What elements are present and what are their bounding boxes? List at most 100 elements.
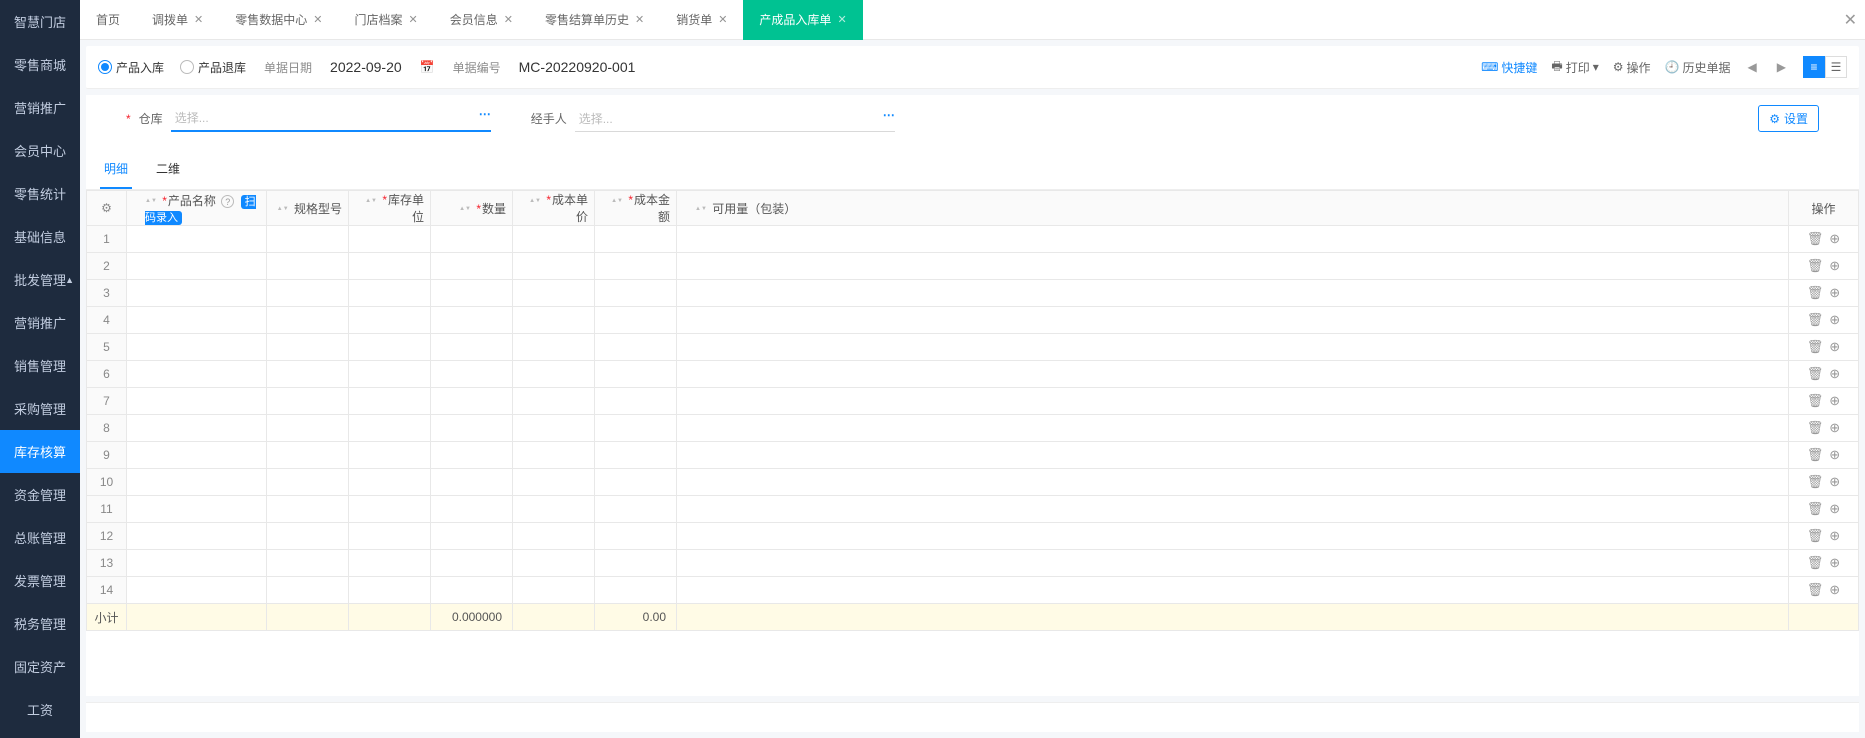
sidebar-item[interactable]: 零售统计 [0,172,80,215]
delete-icon[interactable]: 🗑 [1807,582,1824,597]
page-tab[interactable]: 零售结算单历史✕ [529,0,660,40]
table-row[interactable]: 4🗑⊕ [87,307,1859,334]
col-qty[interactable]: ▲▼ *数量 [431,191,513,226]
table-row[interactable]: 5🗑⊕ [87,334,1859,361]
delete-icon[interactable]: 🗑 [1807,312,1824,327]
table-row[interactable]: 14🗑⊕ [87,577,1859,604]
table-row[interactable]: 7🗑⊕ [87,388,1859,415]
add-icon[interactable]: ⊕ [1829,420,1840,435]
table-row[interactable]: 3🗑⊕ [87,280,1859,307]
page-tab[interactable]: 会员信息✕ [434,0,529,40]
delete-icon[interactable]: 🗑 [1807,555,1824,570]
close-icon[interactable]: ✕ [409,0,418,40]
sidebar-item[interactable]: 库存核算 [0,430,80,473]
gear-icon[interactable]: ⚙ [87,191,127,226]
add-icon[interactable]: ⊕ [1829,582,1840,597]
operate-button[interactable]: ⚙ 操作 [1613,59,1651,76]
sidebar-item[interactable]: 固定资产 [0,645,80,688]
delete-icon[interactable]: 🗑 [1807,366,1824,381]
add-icon[interactable]: ⊕ [1829,339,1840,354]
table-row[interactable]: 10🗑⊕ [87,469,1859,496]
col-amount[interactable]: ▲▼ *成本金额 [595,191,677,226]
close-icon[interactable]: ✕ [194,0,203,40]
delete-icon[interactable]: 🗑 [1807,339,1824,354]
sidebar-item[interactable]: 智慧门店 [0,0,80,43]
sidebar-item[interactable]: 发票管理 [0,559,80,602]
col-price[interactable]: ▲▼ *成本单价 [513,191,595,226]
sidebar-item[interactable]: 零售商城 [0,43,80,86]
sort-icon[interactable]: ▲▼ [695,206,707,212]
sidebar-item[interactable]: 营销推广 [0,86,80,129]
sidebar-item[interactable]: 基础信息 [0,215,80,258]
page-tab[interactable]: 产成品入库单✕ [743,0,862,40]
close-icon[interactable]: ✕ [635,0,644,40]
sidebar-item[interactable]: 工资 [0,688,80,731]
col-spec[interactable]: ▲▼ 规格型号 [267,191,349,226]
col-avail[interactable]: ▲▼ 可用量（包装） [677,191,1789,226]
delete-icon[interactable]: 🗑 [1807,528,1824,543]
table-row[interactable]: 12🗑⊕ [87,523,1859,550]
sidebar-item[interactable]: 采购管理 [0,387,80,430]
sidebar-item[interactable]: 批发管理 [0,258,80,301]
radio-product-out[interactable]: 产品退库 [180,59,246,76]
close-icon[interactable]: ✕ [313,0,322,40]
history-button[interactable]: 🕘 历史单据 [1665,59,1731,76]
close-icon[interactable]: ✕ [718,0,727,40]
close-icon[interactable]: ✕ [1844,10,1857,30]
sort-icon[interactable]: ▲▼ [145,198,157,204]
card-view-button[interactable]: ☰ [1825,56,1847,78]
col-product-name[interactable]: ▲▼ *产品名称 ? 扫码录入 [127,191,267,226]
add-icon[interactable]: ⊕ [1829,555,1840,570]
add-icon[interactable]: ⊕ [1829,447,1840,462]
delete-icon[interactable]: 🗑 [1807,474,1824,489]
page-tab[interactable]: 调拨单✕ [136,0,219,40]
add-icon[interactable]: ⊕ [1829,366,1840,381]
shortcut-button[interactable]: ⌨ 快捷键 [1481,59,1537,76]
prev-doc-icon[interactable]: ◀ [1745,60,1760,74]
col-unit[interactable]: ▲▼ *库存单位 [349,191,431,226]
close-icon[interactable]: ✕ [504,0,513,40]
list-view-button[interactable]: ≡ [1803,56,1825,78]
calendar-icon[interactable]: 📅 [420,60,435,74]
page-tab[interactable]: 销货单✕ [660,0,743,40]
delete-icon[interactable]: 🗑 [1807,285,1824,300]
add-icon[interactable]: ⊕ [1829,501,1840,516]
doc-date-value[interactable]: 2022-09-20 [330,59,402,75]
sort-icon[interactable]: ▲▼ [277,206,289,212]
ellipsis-icon[interactable]: ⋯ [479,107,491,121]
add-icon[interactable]: ⊕ [1829,474,1840,489]
delete-icon[interactable]: 🗑 [1807,420,1824,435]
sort-icon[interactable]: ▲▼ [459,206,471,212]
print-button[interactable]: 🖶 打印 ▾ [1551,57,1598,78]
table-row[interactable]: 2🗑⊕ [87,253,1859,280]
add-icon[interactable]: ⊕ [1829,285,1840,300]
ellipsis-icon[interactable]: ⋯ [883,108,895,122]
tab-matrix[interactable]: 二维 [152,150,184,189]
add-icon[interactable]: ⊕ [1829,258,1840,273]
sort-icon[interactable]: ▲▼ [611,198,623,204]
delete-icon[interactable]: 🗑 [1807,393,1824,408]
close-icon[interactable]: ✕ [837,0,846,40]
add-icon[interactable]: ⊕ [1829,393,1840,408]
delete-icon[interactable]: 🗑 [1807,258,1824,273]
sidebar-item[interactable]: 会员中心 [0,129,80,172]
delete-icon[interactable]: 🗑 [1807,231,1824,246]
sidebar-item[interactable]: 总账管理 [0,516,80,559]
sidebar-item[interactable]: 税务管理 [0,602,80,645]
help-icon[interactable]: ? [221,195,234,208]
settings-button[interactable]: ⚙ 设置 [1758,105,1819,132]
add-icon[interactable]: ⊕ [1829,231,1840,246]
table-row[interactable]: 11🗑⊕ [87,496,1859,523]
sidebar-item[interactable]: 资金管理 [0,473,80,516]
add-icon[interactable]: ⊕ [1829,528,1840,543]
tab-detail[interactable]: 明细 [100,150,132,189]
sort-icon[interactable]: ▲▼ [529,198,541,204]
delete-icon[interactable]: 🗑 [1807,501,1824,516]
next-doc-icon[interactable]: ▶ [1774,60,1789,74]
handler-select[interactable]: 选择... ⋯ [575,106,895,132]
page-tab[interactable]: 门店档案✕ [338,0,433,40]
radio-product-in[interactable]: 产品入库 [98,59,164,76]
sidebar-item[interactable]: 营销推广 [0,301,80,344]
table-row[interactable]: 9🗑⊕ [87,442,1859,469]
table-row[interactable]: 1🗑⊕ [87,226,1859,253]
